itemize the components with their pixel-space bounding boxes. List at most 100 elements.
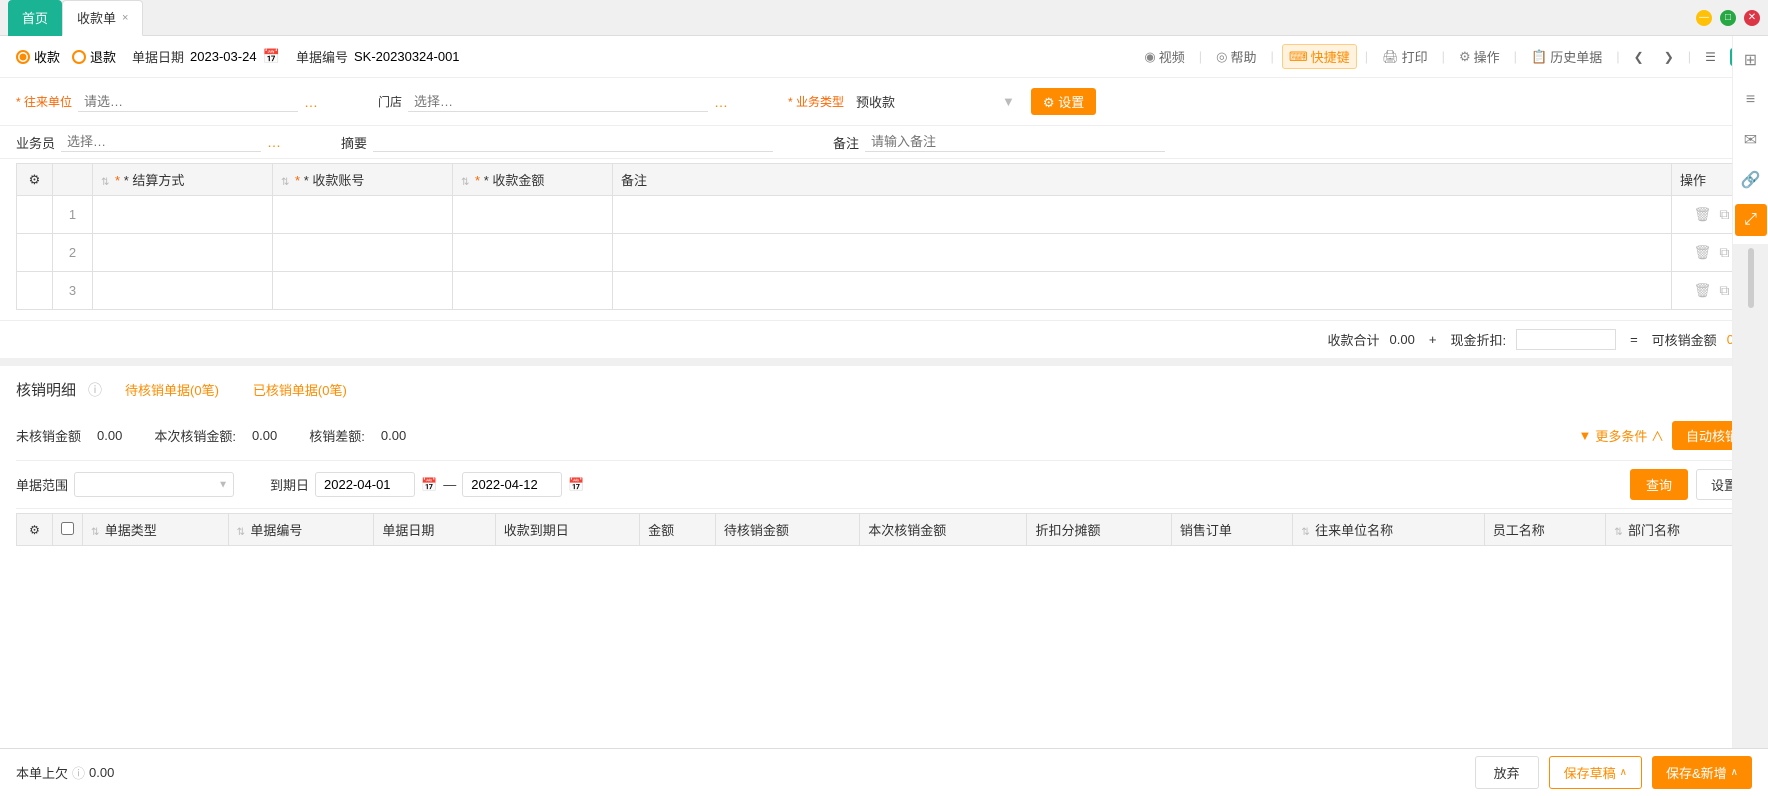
abandon-button[interactable]: 放弃 [1475,756,1539,789]
table-row: 2 🗑 ⧉ [17,234,1752,272]
settings-button[interactable]: ⚙ 设置 [1031,88,1096,115]
sub-docdate-col: 单据日期 [374,514,495,546]
row2-amount-cell[interactable] [453,234,613,272]
staff-more-icon[interactable]: … [267,134,281,150]
video-label: 视频 [1159,47,1185,66]
query-button[interactable]: 查询 [1630,469,1688,500]
maximize-button[interactable]: □ [1720,10,1736,26]
receipt-type-radio-group: 收款 退款 [16,47,116,66]
tab-receipt[interactable]: 收款单 × [62,0,143,36]
row2-account-cell[interactable] [273,234,453,272]
diff-value: 0.00 [381,428,406,443]
sub-settings-col[interactable]: ⚙ [17,514,53,546]
row2-index-cell: 2 [53,234,93,272]
operation-label: 操作 [1474,47,1500,66]
history-button[interactable]: 📋 历史单据 [1525,45,1608,68]
row1-remark-cell[interactable] [613,196,1672,234]
current-value: 0.00 [252,428,277,443]
row3-index-cell: 3 [53,272,93,310]
panel-mail-icon[interactable]: ✉ [1735,124,1767,156]
print-icon: 🖨 [1382,49,1399,65]
tab-close-icon[interactable]: × [122,12,128,24]
save-draft-button[interactable]: 保存草稿 ∧ [1549,756,1642,789]
save-new-button[interactable]: 保存&新增 ∧ [1652,756,1752,789]
next-button[interactable]: ❯ [1658,48,1680,66]
pending-tab[interactable]: 待核销单据(0笔) [114,376,230,403]
refund-radio-text: 退款 [90,47,116,66]
verify-info-icon[interactable]: ⓘ [88,380,102,400]
row1-delete-icon[interactable]: 🗑 [1694,206,1712,223]
toolbar-right: ◉ 视频 | ◎ 帮助 | ⌨ 快捷键 | 🖨 打印 | ⚙ 操作 [1138,44,1752,69]
row1-amount-cell[interactable] [453,196,613,234]
row3-settle-cell[interactable] [93,272,273,310]
tab-receipt-label: 收款单 [77,8,116,27]
date-to-calendar-icon[interactable]: 📅 [568,477,584,493]
history-label: 历史单据 [1550,47,1602,66]
staff-input[interactable] [61,132,261,152]
sub-table-wrapper: ⚙ ⇅ 单据类型 ⇅ 单据编号 单据日期 [16,509,1752,550]
row3-copy-icon[interactable]: ⧉ [1719,282,1729,299]
row2-settle-cell[interactable] [93,234,273,272]
row3-account-cell[interactable] [273,272,453,310]
print-button[interactable]: 🖨 打印 [1376,45,1434,68]
menu-button[interactable]: ☰ [1699,48,1722,66]
counterparty-input[interactable] [78,92,298,112]
completed-tab[interactable]: 已核销单据(0笔) [242,376,358,403]
plus-label: + [1429,332,1437,347]
footer-info: 本单上欠 ⓘ 0.00 [16,763,114,782]
filter-button[interactable]: ▼ 更多条件 ∧ [1578,426,1664,445]
scrollbar-area [1733,244,1768,748]
row2-delete-icon[interactable]: 🗑 [1694,244,1712,261]
footer: 本单上欠 ⓘ 0.00 放弃 保存草稿 ∧ 保存&新增 ∧ [0,748,1768,796]
select-all-checkbox[interactable] [61,522,74,535]
print-label: 打印 [1402,47,1428,66]
sub-salesorder-col: 销售订单 [1171,514,1292,546]
panel-link-icon[interactable]: 🔗 [1735,164,1767,196]
scrollbar-thumb[interactable] [1748,248,1754,308]
shortcut-button[interactable]: ⌨ 快捷键 [1282,44,1357,69]
store-more-icon[interactable]: … [714,94,728,110]
business-type-dropdown-icon[interactable]: ▼ [1002,94,1015,109]
save-new-arrow-icon: ∧ [1731,767,1738,778]
counterparty-more-icon[interactable]: … [304,94,318,110]
panel-table-icon[interactable]: ⊞ [1735,44,1767,76]
summary-label: 摘要 [341,133,367,152]
prev-button[interactable]: ❮ [1628,48,1650,66]
sub-doctype-col: ⇅ 单据类型 [83,514,229,546]
date-to-input[interactable] [462,472,562,497]
operation-button[interactable]: ⚙ 操作 [1453,45,1506,68]
row1-account-cell[interactable] [273,196,453,234]
sub-staff-col: 员工名称 [1484,514,1605,546]
range-select[interactable] [74,472,234,497]
panel-list-icon[interactable]: ≡ [1735,84,1767,116]
sub-docnumber-col: ⇅ 单据编号 [228,514,374,546]
row2-remark-cell[interactable] [613,234,1672,272]
range-label: 单据范围 [16,475,68,494]
video-button[interactable]: ◉ 视频 [1138,45,1190,68]
sub-duedate-col: 收款到期日 [495,514,639,546]
row2-copy-icon[interactable]: ⧉ [1719,244,1729,261]
date-from-calendar-icon[interactable]: 📅 [421,477,437,493]
minimize-button[interactable]: — [1696,10,1712,26]
store-input[interactable] [408,92,708,112]
row1-copy-icon[interactable]: ⧉ [1719,206,1729,223]
row3-remark-cell[interactable] [613,272,1672,310]
row1-settle-cell[interactable] [93,196,273,234]
summary-input[interactable] [373,132,773,152]
receipt-radio-label[interactable]: 收款 [16,47,60,66]
footer-info-icon[interactable]: ⓘ [72,763,85,782]
panel-expand-icon[interactable]: ⤢ [1735,204,1767,236]
date-label: 单据日期 [132,47,184,66]
remark-input[interactable] [865,132,1165,152]
row3-amount-cell[interactable] [453,272,613,310]
help-button[interactable]: ◎ 帮助 [1210,45,1262,68]
row3-delete-icon[interactable]: 🗑 [1694,282,1712,299]
discount-input[interactable] [1516,329,1616,350]
calendar-icon[interactable]: 📅 [263,48,280,65]
tab-home[interactable]: 首页 [8,0,62,36]
date-from-input[interactable] [315,472,415,497]
close-button[interactable]: ✕ [1744,10,1760,26]
refund-radio-label[interactable]: 退款 [72,47,116,66]
sub-discount-col: 折扣分摊额 [1027,514,1171,546]
settings-col-header[interactable]: ⚙ [17,164,53,196]
